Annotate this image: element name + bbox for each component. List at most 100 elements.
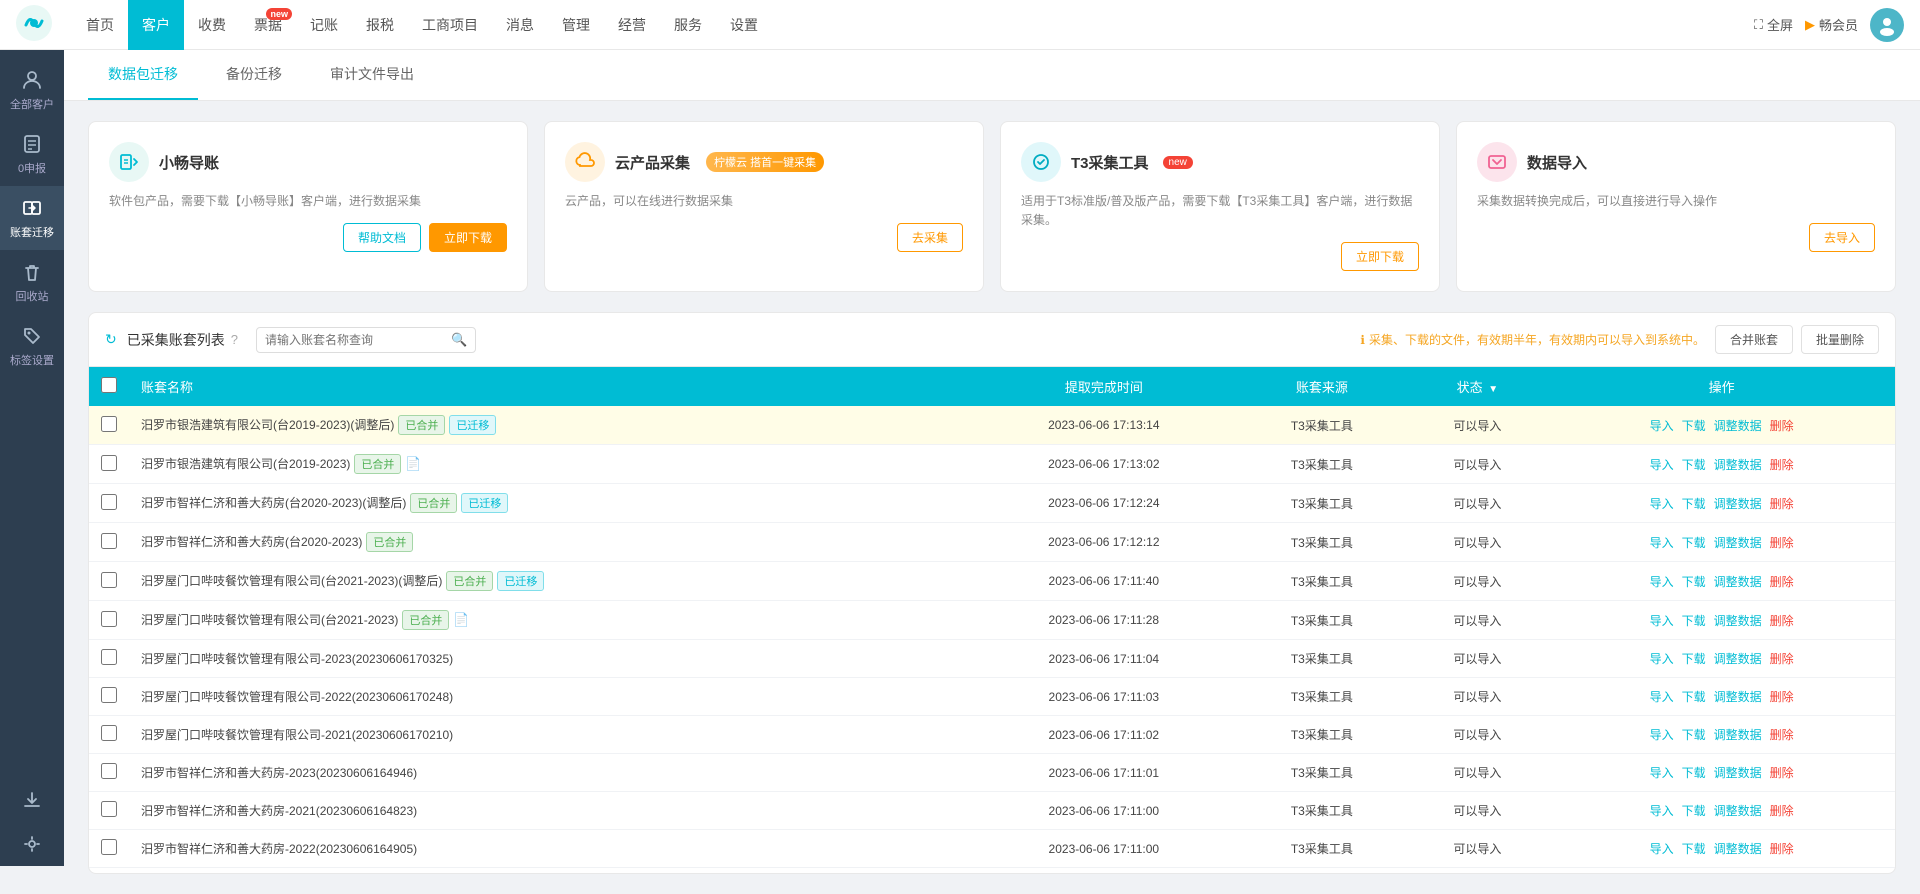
fullscreen-button[interactable]: ⛶ 全屏 [1754,15,1793,34]
row-checkbox[interactable] [101,801,117,817]
action-删除[interactable]: 删除 [1766,458,1798,472]
row-checkbox[interactable] [101,649,117,665]
nav-tax[interactable]: 报税 [352,0,408,50]
action-调整数据[interactable]: 调整数据 [1710,497,1766,511]
action-导入[interactable]: 导入 [1646,497,1678,511]
batch-delete-btn[interactable]: 批量删除 [1801,325,1879,354]
download-now-button-1[interactable]: 立即下载 [429,223,507,252]
action-调整数据[interactable]: 调整数据 [1710,842,1766,856]
action-下载[interactable]: 下载 [1678,842,1710,856]
nav-fee[interactable]: 收费 [184,0,240,50]
nav-manage[interactable]: 管理 [548,0,604,50]
action-下载[interactable]: 下载 [1678,690,1710,704]
action-删除[interactable]: 删除 [1766,804,1798,818]
nav-client[interactable]: 客户 [128,0,184,50]
help-icon[interactable]: ? [231,332,238,347]
select-all-checkbox[interactable] [101,377,117,393]
avatar[interactable] [1870,8,1904,42]
sidebar-item-zero-report[interactable]: 0申报 [0,122,64,186]
action-导入[interactable]: 导入 [1646,690,1678,704]
action-调整数据[interactable]: 调整数据 [1710,419,1766,433]
action-导入[interactable]: 导入 [1646,575,1678,589]
tab-data-migration[interactable]: 数据包迁移 [88,50,198,100]
action-调整数据[interactable]: 调整数据 [1710,652,1766,666]
nav-bookkeeping[interactable]: 记账 [296,0,352,50]
sidebar-item-recycle[interactable]: 回收站 [0,250,64,314]
go-import-button[interactable]: 去导入 [1809,223,1875,252]
action-删除[interactable]: 删除 [1766,419,1798,433]
action-导入[interactable]: 导入 [1646,536,1678,550]
action-调整数据[interactable]: 调整数据 [1710,766,1766,780]
row-checkbox[interactable] [101,494,117,510]
action-调整数据[interactable]: 调整数据 [1710,614,1766,628]
action-下载[interactable]: 下载 [1678,804,1710,818]
action-导入[interactable]: 导入 [1646,842,1678,856]
sidebar-item-migrate[interactable]: 账套迁移 [0,186,64,250]
row-checkbox[interactable] [101,763,117,779]
action-下载[interactable]: 下载 [1678,419,1710,433]
action-删除[interactable]: 删除 [1766,575,1798,589]
action-导入[interactable]: 导入 [1646,728,1678,742]
row-checkbox[interactable] [101,533,117,549]
nav-operation[interactable]: 经营 [604,0,660,50]
action-调整数据[interactable]: 调整数据 [1710,690,1766,704]
row-checkbox[interactable] [101,687,117,703]
tab-audit-export[interactable]: 审计文件导出 [310,50,434,100]
action-删除[interactable]: 删除 [1766,614,1798,628]
top-navigation: 首页 客户 收费 票据 new 记账 报税 工商项目 消息 管理 经营 服务 设… [0,0,1920,50]
action-调整数据[interactable]: 调整数据 [1710,804,1766,818]
action-导入[interactable]: 导入 [1646,458,1678,472]
action-删除[interactable]: 删除 [1766,536,1798,550]
merge-btn[interactable]: 合并账套 [1715,325,1793,354]
member-button[interactable]: ▶ 畅会员 [1805,15,1858,34]
action-下载[interactable]: 下载 [1678,652,1710,666]
tab-backup-migration[interactable]: 备份迁移 [206,50,302,100]
sidebar-item-settings[interactable] [0,822,64,866]
action-导入[interactable]: 导入 [1646,766,1678,780]
action-下载[interactable]: 下载 [1678,614,1710,628]
nav-settings[interactable]: 设置 [716,0,772,50]
action-下载[interactable]: 下载 [1678,536,1710,550]
sidebar-item-tags[interactable]: 标签设置 [0,314,64,378]
nav-business[interactable]: 工商项目 [408,0,492,50]
search-icon[interactable]: 🔍 [451,332,467,348]
action-删除[interactable]: 删除 [1766,497,1798,511]
action-调整数据[interactable]: 调整数据 [1710,458,1766,472]
row-checkbox[interactable] [101,416,117,432]
logo[interactable] [16,5,56,45]
go-collect-button[interactable]: 去采集 [897,223,963,252]
row-checkbox[interactable] [101,839,117,855]
action-删除[interactable]: 删除 [1766,728,1798,742]
row-checkbox[interactable] [101,611,117,627]
action-删除[interactable]: 删除 [1766,690,1798,704]
action-导入[interactable]: 导入 [1646,419,1678,433]
action-下载[interactable]: 下载 [1678,766,1710,780]
row-checkbox[interactable] [101,455,117,471]
sidebar-item-all-clients[interactable]: 全部客户 [0,58,64,122]
action-删除[interactable]: 删除 [1766,842,1798,856]
action-调整数据[interactable]: 调整数据 [1710,728,1766,742]
nav-home[interactable]: 首页 [72,0,128,50]
nav-message[interactable]: 消息 [492,0,548,50]
action-调整数据[interactable]: 调整数据 [1710,575,1766,589]
refresh-icon[interactable]: ↻ [105,331,117,348]
action-删除[interactable]: 删除 [1766,652,1798,666]
help-doc-button[interactable]: 帮助文档 [343,223,421,252]
sort-icon[interactable]: ▼ [1488,384,1498,395]
action-下载[interactable]: 下载 [1678,575,1710,589]
action-导入[interactable]: 导入 [1646,804,1678,818]
row-checkbox[interactable] [101,725,117,741]
row-checkbox[interactable] [101,572,117,588]
action-删除[interactable]: 删除 [1766,766,1798,780]
nav-invoice[interactable]: 票据 new [240,0,296,50]
action-下载[interactable]: 下载 [1678,728,1710,742]
search-input[interactable] [265,333,445,347]
action-下载[interactable]: 下载 [1678,458,1710,472]
action-下载[interactable]: 下载 [1678,497,1710,511]
action-调整数据[interactable]: 调整数据 [1710,536,1766,550]
action-导入[interactable]: 导入 [1646,652,1678,666]
nav-service[interactable]: 服务 [660,0,716,50]
download-now-button-3[interactable]: 立即下载 [1341,242,1419,271]
action-导入[interactable]: 导入 [1646,614,1678,628]
sidebar-item-download[interactable] [0,778,64,822]
